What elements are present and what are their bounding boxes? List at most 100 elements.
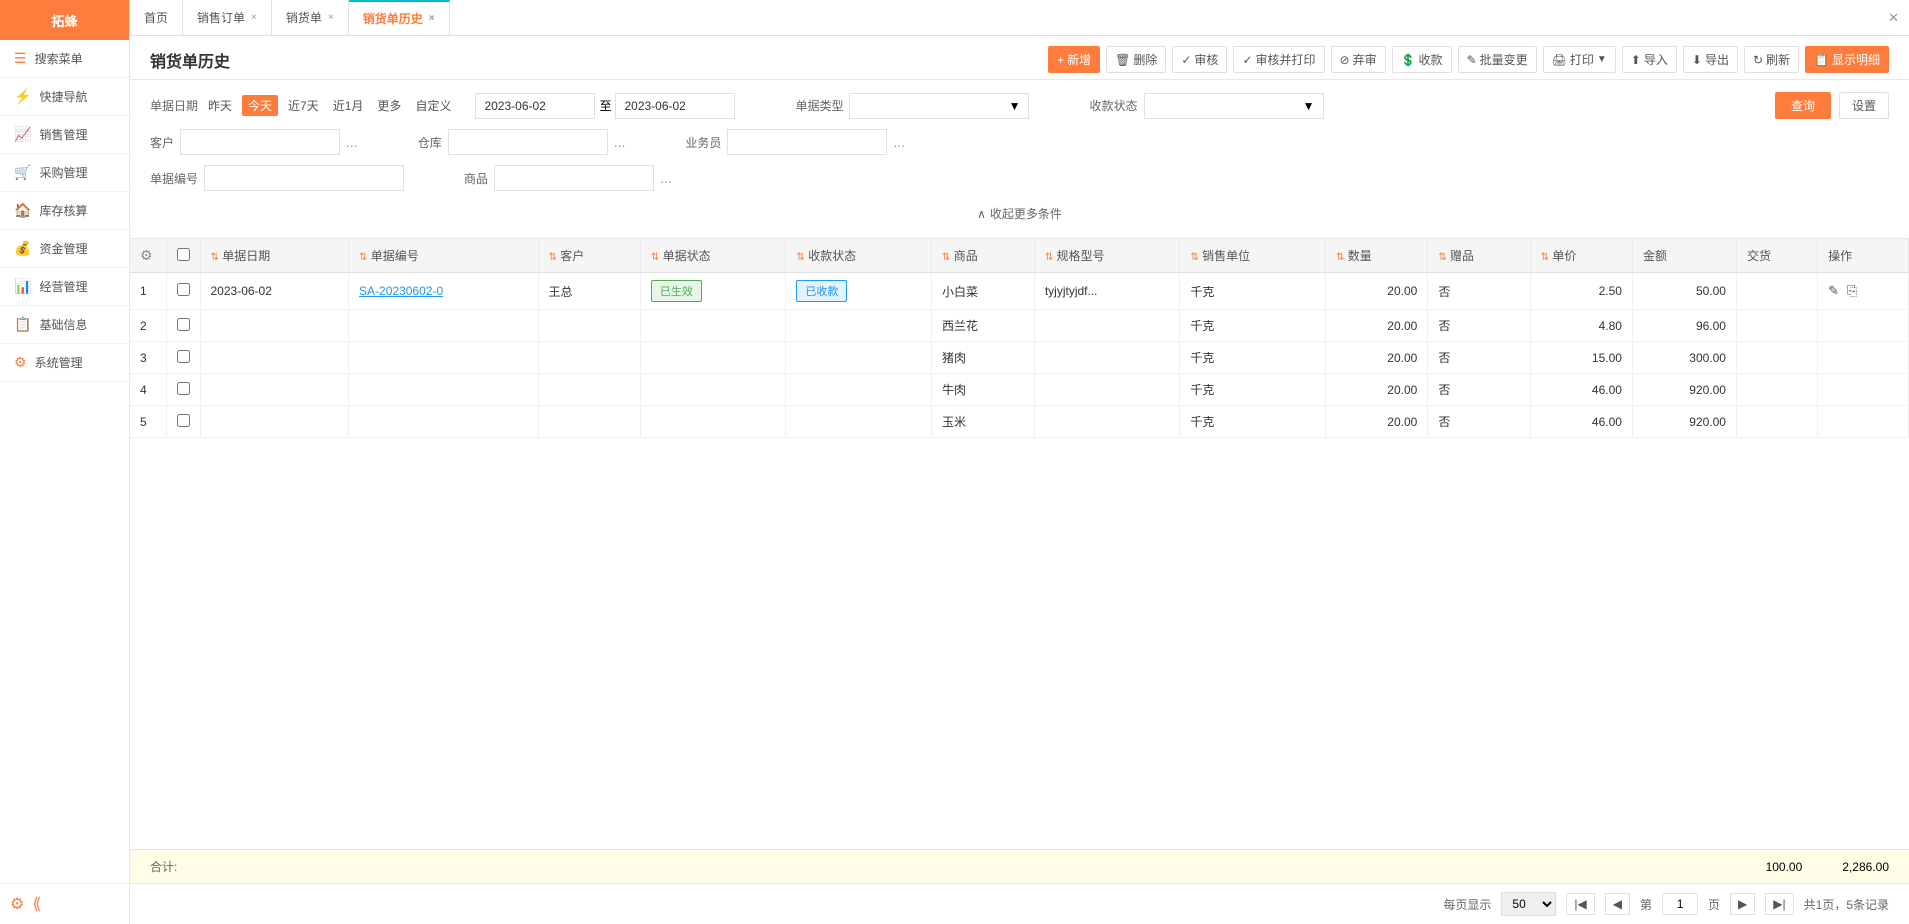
tab-sales-history[interactable]: 销货单历史 × [349, 0, 450, 35]
warehouse-dots[interactable]: ... [614, 134, 626, 150]
cell-spec [1034, 374, 1180, 406]
sidebar-item-label: 资金管理 [39, 240, 87, 257]
import-button[interactable]: ⬆ 导入 [1622, 46, 1677, 73]
customer-input[interactable] [180, 129, 340, 155]
cell-checkbox[interactable] [166, 342, 200, 374]
col-gift[interactable]: ⇅ 赠品 [1428, 239, 1530, 273]
salesman-dots[interactable]: ... [893, 134, 905, 150]
total-amount: 2,286.00 [1842, 860, 1889, 874]
page-next-button[interactable]: ▶ [1730, 893, 1755, 915]
cell-checkbox[interactable] [166, 273, 200, 310]
shortcut-custom[interactable]: 自定义 [411, 95, 455, 116]
close-all-tabs-icon[interactable]: ✕ [1888, 10, 1899, 26]
export-icon: ⬇ [1692, 53, 1702, 67]
print-icon: 🖨 [1552, 53, 1567, 67]
sidebar-item-sales-mgmt[interactable]: 📈 销售管理 [0, 116, 129, 154]
doc-no-link[interactable]: SA-20230602-0 [359, 284, 443, 298]
tab-close-sales-order[interactable]: × [251, 12, 257, 23]
customer-dots[interactable]: ... [346, 134, 358, 150]
shortcut-today[interactable]: 今天 [242, 95, 278, 116]
sidebar-item-base-info[interactable]: 📋 基础信息 [0, 306, 129, 344]
salesman-input[interactable] [727, 129, 887, 155]
cell-gift: 否 [1428, 310, 1530, 342]
audit-button[interactable]: ✓ 审核 [1172, 46, 1227, 73]
query-button[interactable]: 查询 [1775, 92, 1831, 119]
select-all-checkbox[interactable] [177, 248, 190, 261]
filter-area: 单据日期 昨天 今天 近7天 近1月 更多 自定义 至 [130, 80, 1909, 239]
tab-home[interactable]: 首页 [130, 0, 183, 35]
export-button[interactable]: ⬇ 导出 [1683, 46, 1738, 73]
cell-checkbox[interactable] [166, 406, 200, 438]
col-price[interactable]: ⇅ 单价 [1530, 239, 1632, 273]
audit-print-button[interactable]: ✓ 审核并打印 [1233, 46, 1324, 73]
filter-actions: 查询 设置 [1775, 92, 1889, 119]
sidebar-item-search-menu[interactable]: ☰ 搜索菜单 [0, 40, 129, 78]
refresh-button[interactable]: ↻ 刷新 [1744, 46, 1799, 73]
docno-input[interactable] [204, 165, 404, 191]
print-button[interactable]: 🖨 打印 ▼ [1543, 46, 1616, 73]
col-spec[interactable]: ⇅ 规格型号 [1034, 239, 1180, 273]
page-last-button[interactable]: ▶| [1765, 893, 1793, 915]
date-from-input[interactable] [475, 93, 595, 119]
tab-sales-order[interactable]: 销售订单 × [183, 0, 272, 35]
sidebar-item-finance[interactable]: 💰 资金管理 [0, 230, 129, 268]
new-button[interactable]: + 新增 [1048, 46, 1100, 73]
shortcut-more[interactable]: 更多 [373, 95, 405, 116]
col-goods[interactable]: ⇅ 商品 [932, 239, 1035, 273]
delete-icon: 🗑 [1115, 53, 1130, 67]
type-select[interactable]: ▼ [849, 93, 1029, 119]
table-settings-icon[interactable]: ⚙ [140, 247, 153, 263]
warehouse-input[interactable] [448, 129, 608, 155]
col-date[interactable]: ⇅ 单据日期 [200, 239, 349, 273]
col-collect-status[interactable]: ⇅ 收款状态 [786, 239, 932, 273]
collect-button[interactable]: 💲 收款 [1392, 46, 1452, 73]
col-unit[interactable]: ⇅ 销售单位 [1180, 239, 1326, 273]
abandon-button[interactable]: ⊘ 弃审 [1331, 46, 1386, 73]
page-label: 第 [1640, 896, 1652, 913]
tab-close-sales-delivery[interactable]: × [328, 12, 334, 23]
cell-unit: 千克 [1180, 374, 1326, 406]
sidebar-item-operations[interactable]: 📊 经营管理 [0, 268, 129, 306]
shortcut-1month[interactable]: 近1月 [329, 95, 368, 116]
goods-input[interactable] [494, 165, 654, 191]
cell-rownum: 2 [130, 310, 166, 342]
sidebar-item-sys-mgmt[interactable]: ⚙ 系统管理 [0, 344, 129, 382]
col-doc-status[interactable]: ⇅ 单据状态 [640, 239, 786, 273]
sidebar-item-purchase-mgmt[interactable]: 🛒 采购管理 [0, 154, 129, 192]
show-detail-button[interactable]: 📋 显示明细 [1805, 46, 1889, 73]
per-page-select[interactable]: 50 100 [1501, 892, 1556, 916]
sort-customer-icon: ⇅ [549, 252, 557, 263]
cell-amount: 96.00 [1632, 310, 1736, 342]
shortcut-7days[interactable]: 近7天 [284, 95, 323, 116]
edit-action-icon[interactable]: ✎ [1828, 283, 1839, 299]
delete-button[interactable]: 🗑 删除 [1106, 46, 1166, 73]
goods-dots[interactable]: ... [660, 170, 672, 186]
date-to-input[interactable] [615, 93, 735, 119]
col-settings[interactable]: ⚙ [130, 239, 166, 273]
collect-status-select[interactable]: ▼ [1144, 93, 1324, 119]
sidebar-collapse-icon[interactable]: ⟪ [32, 894, 41, 914]
page-first-button[interactable]: |◀ [1566, 893, 1594, 915]
cell-checkbox[interactable] [166, 374, 200, 406]
setting-button[interactable]: 设置 [1839, 92, 1889, 119]
shortcut-yesterday[interactable]: 昨天 [204, 95, 236, 116]
sidebar-settings-icon[interactable]: ⚙ [10, 894, 24, 914]
cell-checkbox[interactable] [166, 310, 200, 342]
toolbar: + 新增 🗑 删除 ✓ 审核 ✓ 审核并打印 ⊘ 弃审 [1048, 46, 1889, 73]
cell-spec [1034, 342, 1180, 374]
collapse-filter-button[interactable]: ∧ 收起更多条件 [150, 201, 1889, 226]
col-qty[interactable]: ⇅ 数量 [1326, 239, 1428, 273]
sort-date-icon: ⇅ [211, 252, 219, 263]
tab-sales-delivery[interactable]: 销货单 × [272, 0, 349, 35]
tab-close-sales-history[interactable]: × [429, 13, 435, 24]
col-customer[interactable]: ⇅ 客户 [538, 239, 640, 273]
sidebar-item-quick-nav[interactable]: ⚡ 快捷导航 [0, 78, 129, 116]
sidebar-bottom: ⚙ ⟪ [0, 883, 129, 924]
page-number-input[interactable] [1662, 893, 1698, 915]
col-docno[interactable]: ⇅ 单据编号 [349, 239, 538, 273]
date-shortcuts: 昨天 今天 近7天 近1月 更多 自定义 [204, 95, 455, 116]
copy-action-icon[interactable]: ⎘ [1847, 283, 1857, 299]
batch-change-button[interactable]: ✎ 批量变更 [1458, 46, 1537, 73]
sidebar-item-inventory[interactable]: 🏠 库存核算 [0, 192, 129, 230]
page-prev-button[interactable]: ◀ [1605, 893, 1630, 915]
